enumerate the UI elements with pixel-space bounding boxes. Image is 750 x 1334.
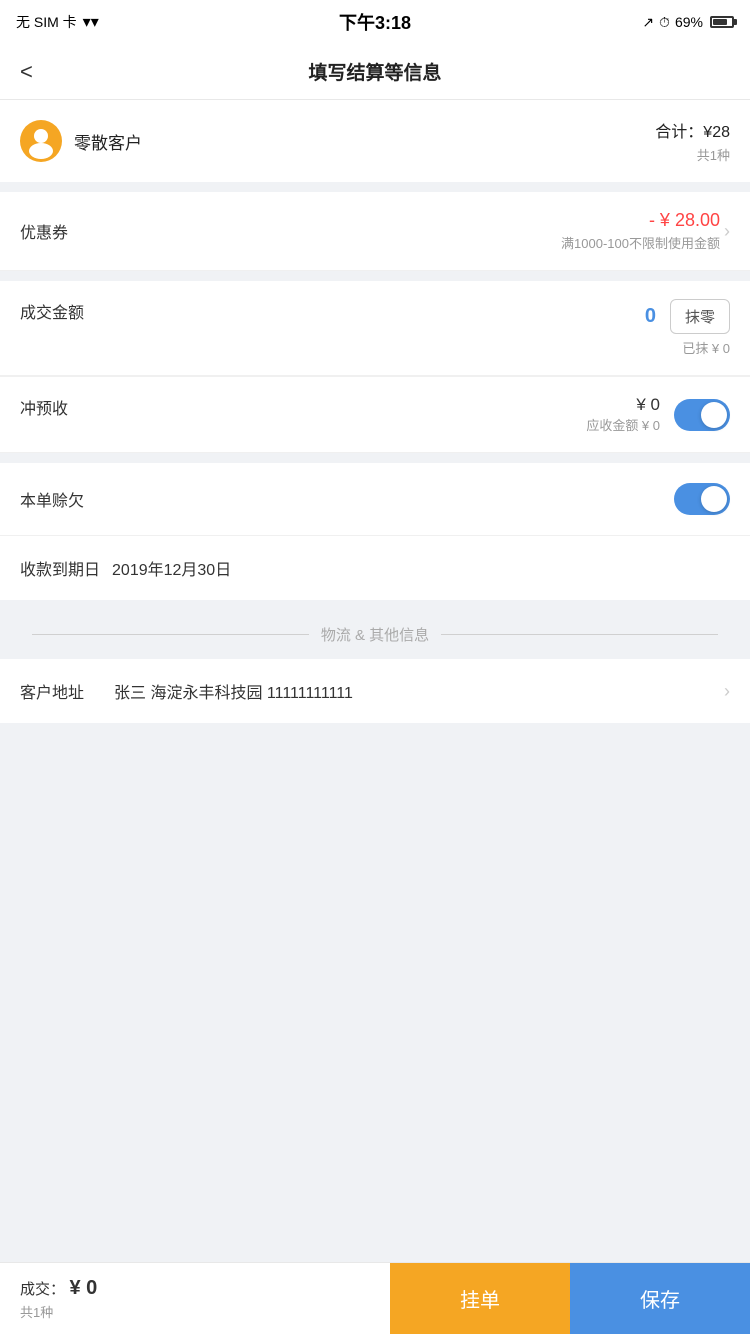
coupon-row[interactable]: 优惠券 - ¥ 28.00 满1000-100不限制使用金额 ›	[0, 192, 750, 271]
customer-info: 零散客户	[20, 120, 142, 162]
due-date-row: 收款到期日 2019年12月30日	[0, 536, 750, 600]
logistics-header: 物流 & 其他信息	[0, 610, 750, 659]
due-date-label: 收款到期日	[20, 556, 100, 580]
coupon-discount: - ¥ 28.00	[561, 210, 720, 231]
bottom-bar: 成交： ¥ 0 共1种 挂单 保存	[0, 1262, 750, 1334]
address-row[interactable]: 客户地址 张三 海淀永丰科技园 11111111111 ›	[0, 659, 750, 723]
location-icon: ↗	[642, 14, 654, 31]
toggle-knob	[701, 402, 727, 428]
coupon-label: 优惠券	[20, 219, 68, 243]
due-date-value[interactable]: 2019年12月30日	[112, 556, 231, 580]
alarm-icon: ⏱	[659, 14, 670, 31]
amount-sub: 已抹 ¥ 0	[20, 338, 730, 357]
address-chevron-icon: ›	[724, 681, 730, 702]
content: 零散客户 合计：¥28 共1种 优惠券 - ¥ 28.00 满1000-100不…	[0, 100, 750, 813]
prepayment-values: ¥ 0 应收金额 ¥ 0	[586, 395, 660, 434]
battery-icon	[710, 16, 734, 28]
prepayment-row: 冲预收 ¥ 0 应收金额 ¥ 0	[0, 377, 750, 453]
address-section: 客户地址 张三 海淀永丰科技园 11111111111 ›	[0, 659, 750, 723]
round-button[interactable]: 抹零	[670, 299, 730, 334]
prepayment-label: 冲预收	[20, 395, 68, 419]
carrier-text: 无 SIM 卡	[16, 12, 77, 32]
save-button[interactable]: 保存	[570, 1263, 750, 1334]
prepayment-amount: ¥ 0	[586, 395, 660, 415]
battery-text: 69%	[675, 14, 703, 30]
status-left: 无 SIM 卡 ▾▾	[16, 12, 99, 32]
coupon-sub: 满1000-100不限制使用金额	[561, 233, 720, 252]
coupon-values: - ¥ 28.00 满1000-100不限制使用金额	[561, 210, 720, 252]
amount-value: 0	[645, 305, 656, 328]
debit-row: 本单赊欠	[0, 463, 750, 536]
debit-toggle-knob	[701, 486, 727, 512]
nav-bar: < 填写结算等信息	[0, 44, 750, 100]
amount-row: 成交金额 0 抹零 已抹 ¥ 0	[0, 281, 750, 376]
status-bar: 无 SIM 卡 ▾▾ 下午3:18 ↗ ⏱ 69%	[0, 0, 750, 44]
debit-label: 本单赊欠	[20, 487, 84, 511]
address-label: 客户地址	[20, 679, 84, 703]
total-amount: 合计：¥28	[655, 118, 730, 142]
bottom-left: 成交： ¥ 0 共1种	[0, 1277, 390, 1321]
logistics-label: 物流 & 其他信息	[321, 624, 429, 645]
customer-total-section: 合计：¥28 共1种	[655, 118, 730, 164]
address-value: 张三 海淀永丰科技园 11111111111	[114, 679, 710, 703]
debit-section: 本单赊欠 收款到期日 2019年12月30日	[0, 463, 750, 600]
status-right: ↗ ⏱ 69%	[642, 14, 734, 31]
status-time: 下午3:18	[339, 9, 411, 35]
wifi-icon: ▾▾	[83, 12, 99, 32]
prepayment-toggle[interactable]	[674, 399, 730, 431]
page-title: 填写结算等信息	[308, 58, 441, 85]
amount-right: 0 抹零	[645, 299, 730, 334]
total-count: 共1种	[655, 145, 730, 164]
hold-button[interactable]: 挂单	[390, 1263, 570, 1334]
deal-amount: ¥ 0	[69, 1277, 97, 1299]
amount-label: 成交金额	[20, 299, 84, 323]
coupon-section: 优惠券 - ¥ 28.00 满1000-100不限制使用金额 ›	[0, 192, 750, 271]
customer-row: 零散客户 合计：¥28 共1种	[0, 100, 750, 182]
prepayment-right: ¥ 0 应收金额 ¥ 0	[586, 395, 730, 434]
transaction-section: 成交金额 0 抹零 已抹 ¥ 0 冲预收 ¥ 0 应收金额 ¥ 0	[0, 281, 750, 453]
back-button[interactable]: <	[20, 55, 41, 89]
chevron-right-icon: ›	[724, 221, 730, 242]
avatar	[20, 120, 62, 162]
customer-name: 零散客户	[74, 129, 142, 154]
prepayment-sub: 应收金额 ¥ 0	[586, 415, 660, 434]
bottom-count: 共1种	[20, 1302, 370, 1321]
deal-label: 成交：	[20, 1281, 65, 1298]
debit-toggle[interactable]	[674, 483, 730, 515]
coupon-right: - ¥ 28.00 满1000-100不限制使用金额 ›	[561, 210, 730, 252]
